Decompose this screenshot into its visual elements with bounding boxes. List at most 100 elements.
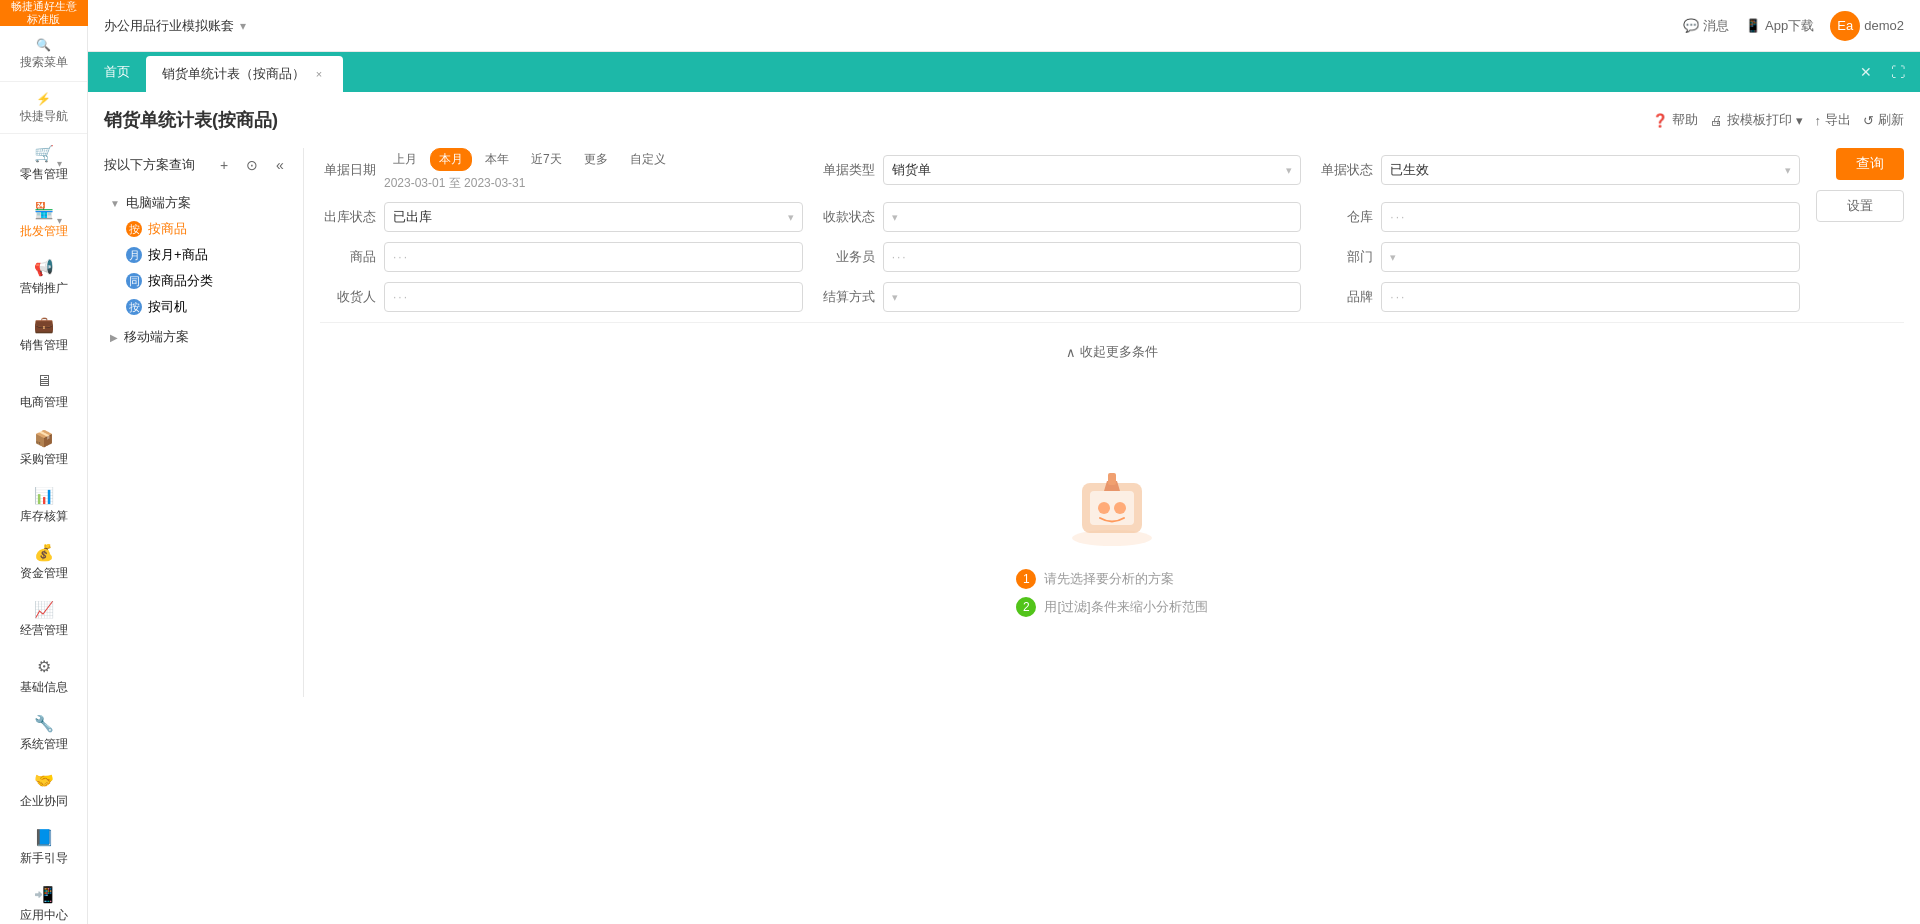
collapse-row: ∧ 收起更多条件: [320, 331, 1904, 373]
date-filter-row: 单据日期 上月 本月 本年 近7天 更多 自定义: [320, 148, 803, 192]
doc-type-label: 单据类型: [819, 161, 875, 179]
tip-num-1: 1: [1016, 569, 1036, 589]
system-icon: 🔧: [33, 712, 55, 734]
tabbar-actions: ✕ ⛶: [1852, 58, 1920, 86]
topbar-message-btn[interactable]: 💬 消息: [1683, 17, 1729, 35]
topbar-title-text: 办公用品行业模拟账套: [104, 17, 234, 35]
receipt-status-select[interactable]: ▾: [883, 202, 1302, 232]
topbar-user[interactable]: Ea demo2: [1830, 11, 1904, 41]
tab-close-all-btn[interactable]: ✕: [1852, 58, 1880, 86]
staff-input[interactable]: ···: [883, 242, 1302, 272]
tab-fullscreen-btn[interactable]: ⛶: [1884, 58, 1912, 86]
product-input[interactable]: ···: [384, 242, 803, 272]
sidebar-item-finance[interactable]: 💰 资金管理: [20, 533, 68, 590]
sidebar-item-purchase[interactable]: 📦 采购管理: [20, 419, 68, 476]
left-panel-icons: + ⊙ «: [213, 154, 291, 176]
doc-status-value: 已生效: [1390, 161, 1429, 179]
tab-home[interactable]: 首页: [88, 52, 146, 92]
empty-illustration: [1052, 453, 1172, 553]
tree-mobile-arrow-icon: ▶: [110, 332, 118, 343]
topbar-app-btn[interactable]: 📱 App下载: [1745, 17, 1814, 35]
tip-text-2: 用[过滤]条件来缩小分析范围: [1044, 598, 1207, 616]
left-panel-add-btn[interactable]: +: [213, 154, 235, 176]
sidebar-item-enterprise[interactable]: 🤝 企业协同: [20, 761, 68, 818]
sidebar-quicknav-item[interactable]: ⚡ 快捷导航: [0, 82, 87, 134]
tree-group-desktop-header[interactable]: ▼ 电脑端方案: [104, 190, 291, 216]
sidebar-item-inventory[interactable]: 📊 库存核算: [20, 476, 68, 533]
tree-group-mobile-header[interactable]: ▶ 移动端方案: [104, 324, 291, 350]
doc-status-select[interactable]: 已生效 ▾: [1381, 155, 1800, 185]
date-btn-custom[interactable]: 自定义: [621, 148, 675, 171]
collapse-label: 收起更多条件: [1080, 343, 1158, 361]
tree-item-by-product[interactable]: 按 按商品: [104, 216, 291, 242]
date-btn-7days[interactable]: 近7天: [522, 148, 571, 171]
doc-type-dropdown-icon: ▾: [1286, 164, 1292, 177]
date-range-text: 2023-03-01 至 2023-03-31: [384, 175, 803, 192]
query-button[interactable]: 查询: [1836, 148, 1904, 180]
sidebar-item-system[interactable]: 🔧 系统管理: [20, 704, 68, 761]
warehouse-label: 仓库: [1317, 208, 1373, 226]
doc-type-select[interactable]: 销货单 ▾: [883, 155, 1302, 185]
brand-filter-row: 品牌 ···: [1317, 282, 1800, 312]
recipient-input[interactable]: ···: [384, 282, 803, 312]
tree-item-by-scanner[interactable]: 按 按司机: [104, 294, 291, 320]
payment-select[interactable]: ▾: [883, 282, 1302, 312]
right-panel: 单据日期 上月 本月 本年 近7天 更多 自定义: [304, 148, 1904, 697]
collapse-icon: ∧: [1066, 345, 1076, 360]
tab-close-icon[interactable]: ×: [311, 66, 327, 82]
refresh-btn[interactable]: ↺ 刷新: [1863, 111, 1904, 129]
help-btn[interactable]: ❓ 帮助: [1652, 111, 1698, 129]
tree-group-desktop: ▼ 电脑端方案 按 按商品 月 按月+商品 同: [104, 190, 291, 320]
setting-button[interactable]: 设置: [1816, 190, 1904, 222]
collapse-btn[interactable]: ∧ 收起更多条件: [1054, 339, 1170, 365]
date-btn-more[interactable]: 更多: [575, 148, 617, 171]
tree-item-by-month-label: 按月+商品: [148, 246, 208, 264]
guide-label: 新手引导: [20, 850, 68, 867]
inventory-label: 库存核算: [20, 508, 68, 525]
ecommerce-label: 电商管理: [20, 394, 68, 411]
date-btn-this-year[interactable]: 本年: [476, 148, 518, 171]
enterprise-label: 企业协同: [20, 793, 68, 810]
sidebar-item-retail[interactable]: 🛒 零售管理 ▾: [20, 134, 68, 191]
tree-group-mobile-label: 移动端方案: [124, 328, 189, 346]
date-btn-this-month[interactable]: 本月: [430, 148, 472, 171]
receipt-status-label: 收款状态: [819, 208, 875, 226]
sidebar-item-guide[interactable]: 📘 新手引导: [20, 818, 68, 875]
page-body: 按以下方案查询 + ⊙ « ▼ 电脑端方案: [104, 148, 1904, 697]
warehouse-input[interactable]: ···: [1381, 202, 1800, 232]
receipt-status-dropdown-icon: ▾: [892, 211, 898, 224]
marketing-label: 营销推广: [20, 280, 68, 297]
sidebar-item-appstore[interactable]: 📲 应用中心: [20, 875, 68, 924]
export-btn[interactable]: ↑ 导出: [1815, 111, 1852, 129]
tree-item-by-category[interactable]: 同 按商品分类: [104, 268, 291, 294]
svg-rect-2: [1090, 491, 1134, 525]
inventory-icon: 📊: [33, 484, 55, 506]
tab-sales-stat[interactable]: 销货单统计表（按商品） ×: [146, 56, 343, 92]
sidebar-item-marketing[interactable]: 📢 营销推广: [20, 248, 68, 305]
sidebar-item-wholesale[interactable]: 🏪 批发管理 ▾: [20, 191, 68, 248]
page-header: 销货单统计表(按商品) ❓ 帮助 🖨 按模板打印 ▾ ↑ 导出: [104, 108, 1904, 132]
sidebar-item-sales[interactable]: 💼 销售管理: [20, 305, 68, 362]
avatar: Ea: [1830, 11, 1860, 41]
template-print-btn[interactable]: 🖨 按模板打印 ▾: [1710, 111, 1803, 129]
sidebar-logo-subtext: 标准版: [27, 13, 60, 26]
out-status-filter-row: 出库状态 已出库 ▾: [320, 202, 803, 232]
sales-icon: 💼: [33, 313, 55, 335]
dept-select[interactable]: ▾: [1381, 242, 1800, 272]
left-panel-header: 按以下方案查询 + ⊙ «: [104, 148, 291, 182]
out-status-label: 出库状态: [320, 208, 376, 226]
sidebar-item-ecommerce[interactable]: 🖥 电商管理: [20, 362, 68, 419]
retail-icon: 🛒: [33, 142, 55, 164]
sidebar-search-item[interactable]: 🔍 搜索菜单: [0, 26, 87, 82]
left-panel-settings-btn[interactable]: ⊙: [241, 154, 263, 176]
retail-label: 零售管理: [20, 166, 68, 183]
out-status-select[interactable]: 已出库 ▾: [384, 202, 803, 232]
left-panel-collapse-btn[interactable]: «: [269, 154, 291, 176]
sidebar-item-operation[interactable]: 📈 经营管理: [20, 590, 68, 647]
brand-input[interactable]: ···: [1381, 282, 1800, 312]
sidebar-item-basic[interactable]: ⚙ 基础信息: [20, 647, 68, 704]
date-btn-last-month[interactable]: 上月: [384, 148, 426, 171]
tab-home-label: 首页: [104, 63, 130, 81]
tree-item-by-scanner-icon: 按: [126, 299, 142, 315]
tree-item-by-month-product[interactable]: 月 按月+商品: [104, 242, 291, 268]
